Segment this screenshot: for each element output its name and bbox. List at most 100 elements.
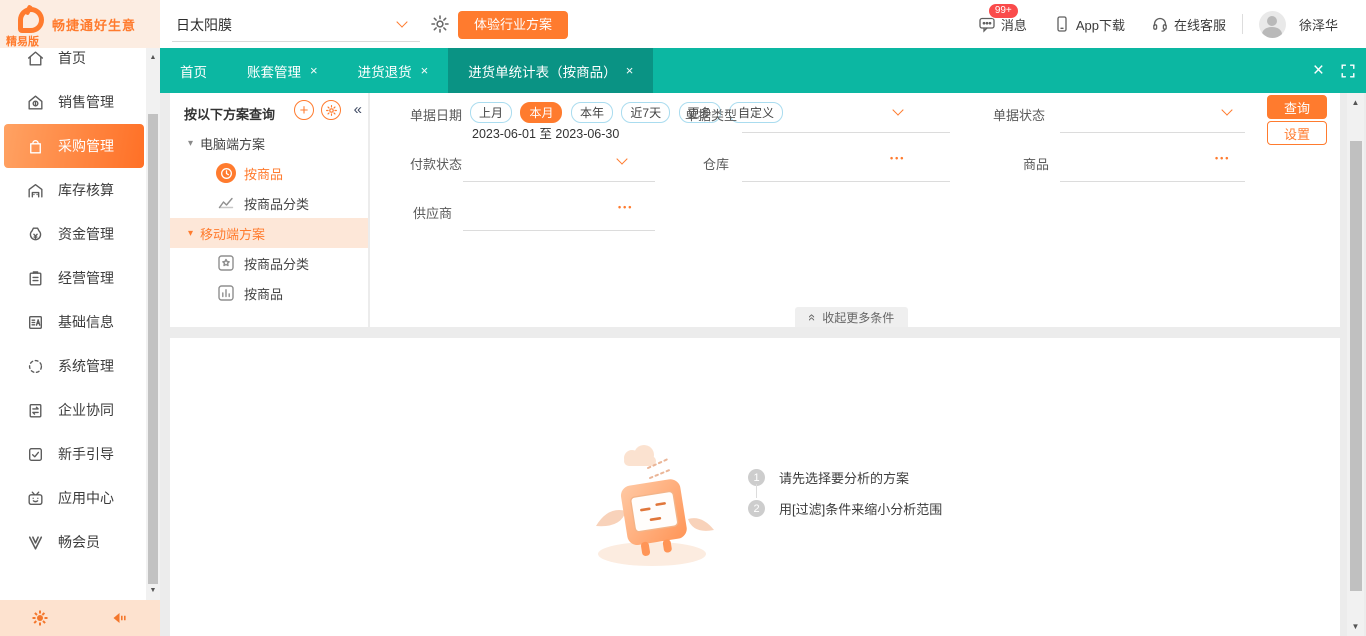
phone-icon bbox=[1053, 15, 1071, 33]
warehouse-field[interactable] bbox=[742, 181, 950, 182]
tree-group-pc-schemes[interactable]: ▾ 电脑端方案 bbox=[170, 128, 368, 158]
headset-icon bbox=[1151, 15, 1169, 33]
username: 徐泽华 bbox=[1298, 17, 1338, 33]
sidebar-scrollbar[interactable]: ▲ ▼ bbox=[146, 48, 160, 600]
tab-close-icon[interactable]: × bbox=[310, 63, 318, 78]
add-scheme-button[interactable]: + bbox=[294, 100, 314, 120]
trial-industry-plan-button[interactable]: 体验行业方案 bbox=[458, 11, 569, 39]
sales-house-icon bbox=[26, 93, 45, 112]
sidebar-item-inventory-accounting[interactable]: 库存核算 bbox=[0, 168, 160, 212]
sidebar-item-app-center[interactable]: 应用中心 bbox=[0, 476, 160, 520]
step-2-number: 2 bbox=[748, 500, 765, 517]
sidebar-item-sales-management[interactable]: 销售管理 bbox=[0, 80, 160, 124]
chevron-down-icon[interactable] bbox=[892, 104, 904, 116]
pill-last-month[interactable]: 上月 bbox=[470, 102, 513, 123]
messages-item[interactable]: 消息 99+ bbox=[978, 2, 1027, 34]
sidebar-settings-gear-icon[interactable] bbox=[31, 609, 49, 627]
member-v-icon bbox=[26, 533, 45, 552]
supplier-field[interactable] bbox=[463, 230, 655, 231]
filter-panel: 单据日期 上月 本月 本年 近7天 更多 自定义 2023-06-01 至 20… bbox=[370, 93, 1340, 327]
pill-this-year[interactable]: 本年 bbox=[570, 102, 613, 123]
empty-steps: 1 请先选择要分析的方案 2 用[过滤]条件来缩小分析范围 bbox=[748, 468, 942, 518]
pay-status-field[interactable] bbox=[463, 181, 655, 182]
pill-custom[interactable]: 自定义 bbox=[729, 102, 784, 123]
sidebar-item-enterprise-collaboration[interactable]: 企业协同 bbox=[0, 388, 160, 432]
caret-down-icon[interactable]: ▾ bbox=[188, 228, 200, 239]
sidebar-item-home[interactable]: 首页 bbox=[0, 48, 160, 80]
app-center-tv-icon bbox=[26, 489, 45, 508]
sidebar-item-purchase-management[interactable]: 采购管理 bbox=[4, 124, 144, 168]
doc-status-field[interactable] bbox=[1060, 132, 1245, 133]
sidebar-item-operations-management[interactable]: 经营管理 bbox=[0, 256, 160, 300]
scroll-up-icon[interactable]: ▲ bbox=[146, 54, 160, 61]
brand-edition-badge: 精易版 bbox=[6, 36, 39, 48]
account-settings-gear-icon[interactable] bbox=[430, 14, 450, 34]
main-sidebar: 首页 销售管理 采购管理 库存核算 资金管理 经营管理 基础信息 系统管理 企业… bbox=[0, 48, 160, 600]
open-tabs-bar: 首页 账套管理 × 进货退货 × 进货单统计表（按商品） × × bbox=[160, 48, 1366, 93]
scroll-down-icon[interactable]: ▼ bbox=[146, 587, 160, 594]
dashed-circle-icon bbox=[26, 357, 45, 376]
tree-item-pc-by-goods[interactable]: 按商品 bbox=[170, 158, 368, 188]
picker-ellipsis-icon[interactable]: ••• bbox=[890, 153, 905, 163]
chevron-down-icon bbox=[396, 16, 408, 28]
sidebar-item-funds-management[interactable]: 资金管理 bbox=[0, 212, 160, 256]
tab-purchase-order-stats-by-goods[interactable]: 进货单统计表（按商品） × bbox=[448, 48, 654, 93]
picker-ellipsis-icon[interactable]: ••• bbox=[618, 202, 633, 212]
scheme-settings-button[interactable] bbox=[321, 100, 341, 120]
caret-down-icon[interactable]: ▾ bbox=[188, 138, 200, 149]
account-book-select[interactable]: 日太阳膜 bbox=[172, 0, 420, 48]
scroll-up-icon[interactable]: ▲ bbox=[1347, 98, 1364, 107]
picker-ellipsis-icon[interactable]: ••• bbox=[1215, 153, 1230, 163]
pill-this-month[interactable]: 本月 bbox=[520, 102, 563, 123]
online-service-item[interactable]: 在线客服 bbox=[1151, 15, 1226, 34]
tree-group-mobile-schemes[interactable]: ▾ 移动端方案 bbox=[170, 218, 368, 248]
user-menu[interactable]: 徐泽华 bbox=[1258, 10, 1338, 38]
doc-type-label: 单据类型 bbox=[685, 108, 738, 123]
bar-chart-icon bbox=[216, 283, 236, 303]
header-right-cluster: 消息 99+ App下载 在线客服 徐泽华 bbox=[978, 0, 1338, 48]
collapse-more-conditions-button[interactable]: « 收起更多条件 bbox=[795, 307, 909, 327]
tree-item-mobile-by-goods-category[interactable]: 按商品分类 bbox=[170, 248, 368, 278]
query-button[interactable]: 查询 bbox=[1267, 95, 1327, 119]
sidebar-collapse-icon[interactable] bbox=[109, 609, 127, 627]
messages-badge: 99+ bbox=[987, 2, 1019, 19]
tab-account-management[interactable]: 账套管理 × bbox=[227, 48, 338, 93]
image-star-icon bbox=[216, 253, 236, 273]
document-info-icon bbox=[26, 313, 45, 332]
settings-button[interactable]: 设置 bbox=[1267, 121, 1327, 145]
step-2-text: 用[过滤]条件来缩小分析范围 bbox=[779, 502, 943, 517]
close-all-tabs-icon[interactable]: × bbox=[1313, 61, 1324, 80]
tab-purchase-returns[interactable]: 进货退货 × bbox=[338, 48, 449, 93]
sidebar-item-member[interactable]: 畅会员 bbox=[0, 520, 160, 564]
tab-home[interactable]: 首页 bbox=[160, 48, 227, 93]
tree-item-mobile-by-goods[interactable]: 按商品 bbox=[170, 278, 368, 308]
supplier-label: 供应商 bbox=[413, 206, 453, 221]
main-scroll-thumb[interactable] bbox=[1349, 141, 1362, 591]
shopping-bag-icon bbox=[26, 137, 45, 156]
chevron-down-icon[interactable] bbox=[616, 153, 628, 165]
app-download-item[interactable]: App下载 bbox=[1053, 15, 1125, 34]
fullscreen-icon[interactable] bbox=[1340, 63, 1356, 79]
tab-close-icon[interactable]: × bbox=[626, 63, 634, 78]
tab-close-icon[interactable]: × bbox=[421, 63, 429, 78]
goods-field[interactable] bbox=[1060, 181, 1245, 182]
brand-name: 畅捷通好生意 bbox=[52, 18, 137, 33]
tree-item-pc-by-goods-category[interactable]: 按商品分类 bbox=[170, 188, 368, 218]
date-range-value[interactable]: 2023-06-01 至 2023-06-30 bbox=[472, 123, 619, 142]
results-panel: 1 请先选择要分析的方案 2 用[过滤]条件来缩小分析范围 bbox=[170, 338, 1340, 636]
brand-block: 畅捷通好生意 精易版 bbox=[0, 0, 160, 48]
header-divider bbox=[1241, 14, 1243, 34]
scheme-query-panel: 按以下方案查询 + « ▾ 电脑端方案 按商品 按商品分类 ▾ 移动端方案 按商… bbox=[170, 93, 368, 327]
sidebar-item-system-management[interactable]: 系统管理 bbox=[0, 344, 160, 388]
chevron-down-icon[interactable] bbox=[1221, 104, 1233, 116]
sidebar-item-basic-information[interactable]: 基础信息 bbox=[0, 300, 160, 344]
sidebar-item-newbie-guide[interactable]: 新手引导 bbox=[0, 432, 160, 476]
doc-type-field[interactable] bbox=[742, 132, 950, 133]
date-range-pills: 上月 本月 本年 近7天 更多 自定义 bbox=[470, 102, 787, 123]
panel-collapse-icon[interactable]: « bbox=[354, 101, 362, 118]
sidebar-scroll-thumb[interactable] bbox=[148, 114, 158, 584]
scheme-panel-title: 按以下方案查询 bbox=[184, 107, 276, 122]
pill-last-7-days[interactable]: 近7天 bbox=[621, 102, 671, 123]
main-scrollbar[interactable]: ▲ ▼ bbox=[1347, 93, 1364, 636]
scroll-down-icon[interactable]: ▼ bbox=[1347, 622, 1364, 631]
